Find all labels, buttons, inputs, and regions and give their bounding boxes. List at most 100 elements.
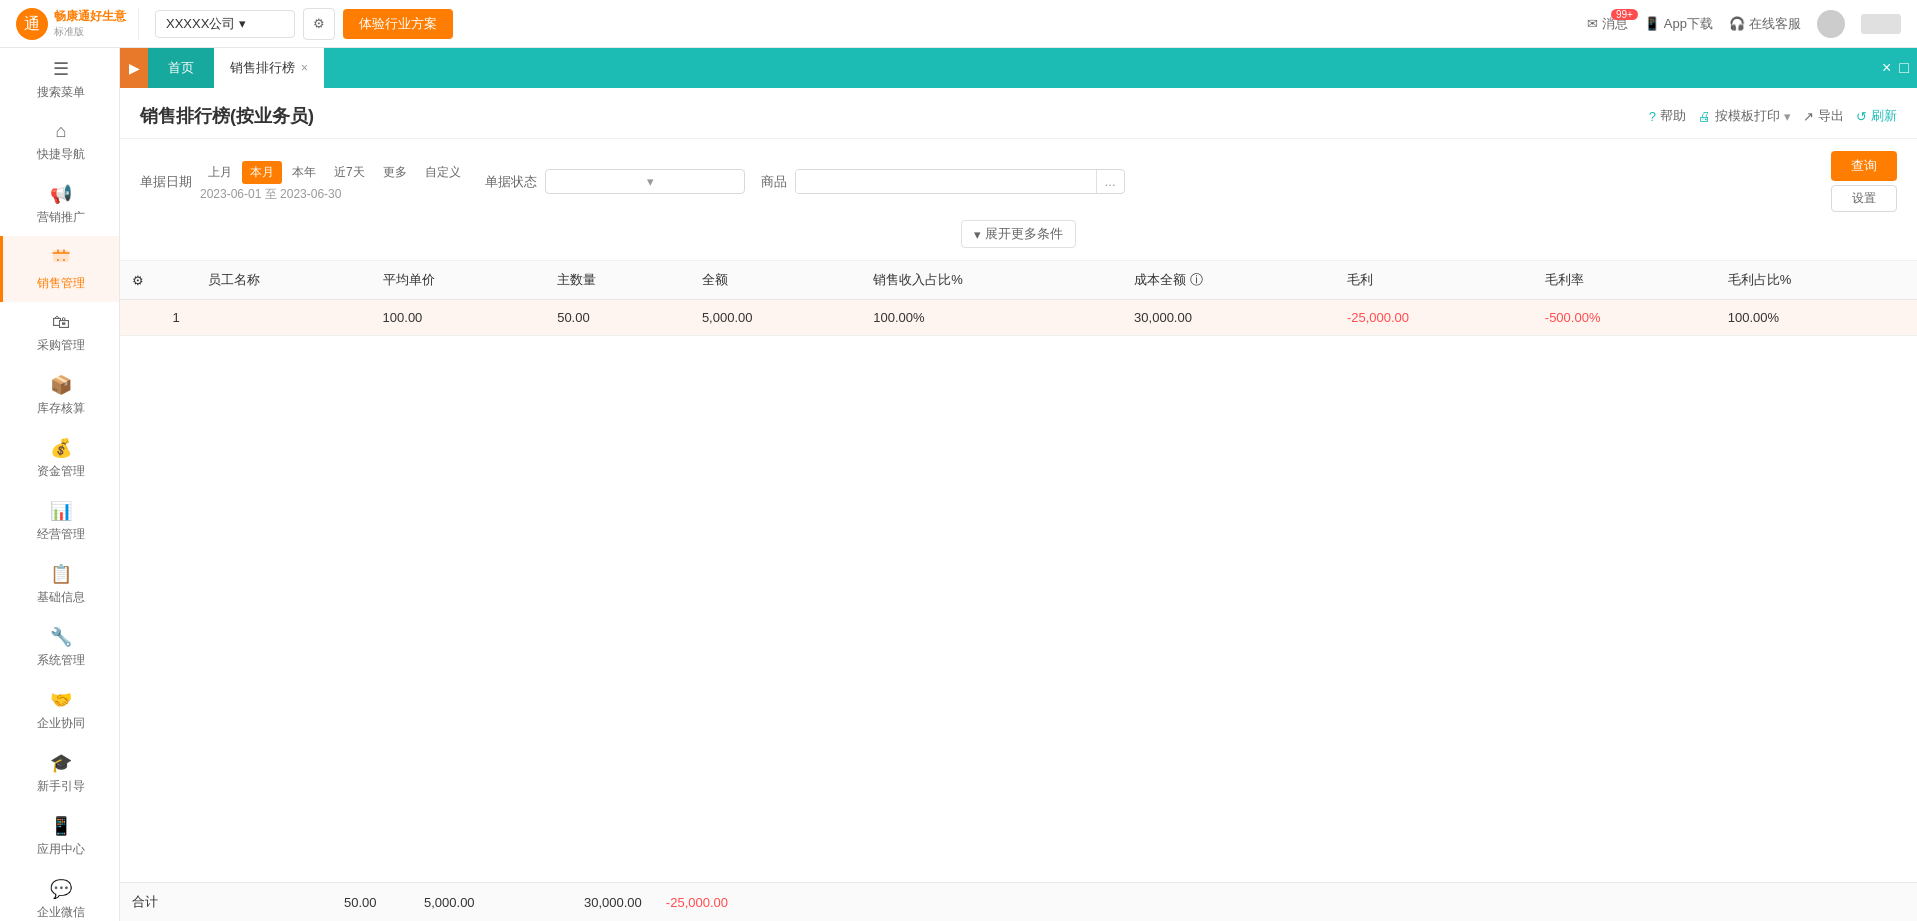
sidebar-item-inventory[interactable]: 📦 库存核算	[0, 364, 119, 427]
sidebar-item-label: 企业协同	[37, 715, 85, 732]
print-button[interactable]: 🖨 按模板打印 ▾	[1698, 107, 1791, 125]
th-settings[interactable]: ⚙	[120, 261, 156, 300]
cell-quantity: 50.00	[545, 300, 690, 336]
message-button[interactable]: ✉ 消息 99+	[1587, 15, 1628, 33]
expand-icon: ▶	[129, 60, 140, 76]
page-header: 销售排行榜(按业务员) ? 帮助 🖨 按模板打印 ▾ ↗	[120, 88, 1917, 139]
footer-total-label: 合计	[132, 893, 252, 911]
settings-icon-btn[interactable]: ⚙	[303, 8, 335, 40]
query-button[interactable]: 查询	[1831, 151, 1897, 181]
date-range-display: 2023-06-01 至 2023-06-30	[200, 186, 469, 203]
expand-icon: ▾	[974, 227, 981, 242]
wrench-icon: 🔧	[50, 626, 72, 648]
tab-close-icon[interactable]: ×	[301, 61, 308, 75]
date-tab-7days[interactable]: 近7天	[326, 161, 373, 184]
sidebar-item-quick-nav[interactable]: ⌂ 快捷导航	[0, 111, 119, 173]
goods-more-icon[interactable]: ...	[1096, 170, 1124, 193]
goods-input[interactable]	[796, 170, 1096, 193]
page-actions: ? 帮助 🖨 按模板打印 ▾ ↗ 导出 ↺	[1649, 107, 1897, 125]
sidebar-item-wechat[interactable]: 💬 企业微信	[0, 868, 119, 921]
goods-filter: 商品 ...	[761, 169, 1125, 194]
status-select[interactable]: ▾	[545, 169, 745, 194]
sidebar-item-enterprise[interactable]: 🤝 企业协同	[0, 679, 119, 742]
chevron-down-icon: ▾	[239, 16, 246, 31]
trial-button[interactable]: 体验行业方案	[343, 9, 453, 39]
app-logo-icon: 通	[16, 8, 48, 40]
app-version: 标准版	[54, 25, 126, 39]
filter-settings-button[interactable]: 设置	[1831, 185, 1897, 212]
sidebar-item-operations[interactable]: 📊 经营管理	[0, 490, 119, 553]
help-button[interactable]: ? 帮助	[1649, 107, 1686, 125]
online-service-button[interactable]: 🎧 在线客服	[1729, 15, 1801, 33]
column-settings-icon[interactable]: ⚙	[132, 273, 144, 288]
company-selector[interactable]: XXXXX公司 ▾	[155, 10, 295, 38]
refresh-icon: ↺	[1856, 109, 1867, 124]
tab-sales-ranking[interactable]: 销售排行榜 ×	[214, 48, 324, 88]
sidebar-item-sales[interactable]: 销售管理	[0, 236, 119, 302]
headset-icon: 🎧	[1729, 16, 1745, 31]
cell-gross-pct: 100.00%	[1716, 300, 1917, 336]
print-icon: 🖨	[1698, 109, 1711, 124]
sidebar-item-label: 营销推广	[37, 209, 85, 226]
status-label: 单据状态	[485, 173, 537, 191]
sidebar-item-search[interactable]: ☰ 搜索菜单	[0, 48, 119, 111]
status-filter: 单据状态 ▾	[485, 169, 745, 194]
svg-rect-2	[53, 250, 69, 262]
th-amount: 全额	[690, 261, 861, 300]
tab-maximize-icon[interactable]: □	[1899, 59, 1909, 77]
cart-icon	[51, 246, 71, 271]
content-area: ▶ 首页 销售排行榜 × × □ 销售排行榜(按业务员)	[120, 48, 1917, 921]
cell-employee	[196, 300, 371, 336]
sidebar-item-label: 基础信息	[37, 589, 85, 606]
sidebar-item-guide[interactable]: 🎓 新手引导	[0, 742, 119, 805]
filter-area: 单据日期 上月 本月 本年 近7天 更多 自定义 20	[120, 139, 1917, 261]
tab-controls: × □	[1882, 59, 1917, 77]
footer-gross: -25,000.00	[654, 895, 740, 910]
cell-gross: -25,000.00	[1335, 300, 1533, 336]
sidebar-item-appstore[interactable]: 📱 应用中心	[0, 805, 119, 868]
sidebar-item-basics[interactable]: 📋 基础信息	[0, 553, 119, 616]
cell-settings	[120, 300, 156, 336]
tab-expand-btn[interactable]: ▶	[120, 48, 148, 88]
list-icon: 📋	[50, 563, 72, 585]
app-download-button[interactable]: 📱 App下载	[1644, 15, 1713, 33]
sidebar-item-purchase[interactable]: 🛍 采购管理	[0, 302, 119, 364]
sidebar-item-label: 应用中心	[37, 841, 85, 858]
cell-gross-rate: -500.00%	[1533, 300, 1716, 336]
date-tab-current-month[interactable]: 本月	[242, 161, 282, 184]
export-button[interactable]: ↗ 导出	[1803, 107, 1844, 125]
date-tab-current-year[interactable]: 本年	[284, 161, 324, 184]
footer-cost: 30,000.00	[572, 895, 654, 910]
message-icon: ✉	[1587, 16, 1598, 31]
sidebar-item-marketing[interactable]: 📢 营销推广	[0, 173, 119, 236]
expand-conditions-button[interactable]: ▾ 展开更多条件	[961, 220, 1076, 248]
date-filter: 单据日期 上月 本月 本年 近7天 更多 自定义 20	[140, 161, 469, 203]
svg-text:通: 通	[24, 15, 40, 32]
sidebar-item-label: 搜索菜单	[37, 84, 85, 101]
date-tab-prev-month[interactable]: 上月	[200, 161, 240, 184]
refresh-button[interactable]: ↺ 刷新	[1856, 107, 1897, 125]
sidebar: ☰ 搜索菜单 ⌂ 快捷导航 📢 营销推广 销售管理 🛍 采购管理	[0, 48, 120, 921]
date-tab-more[interactable]: 更多	[375, 161, 415, 184]
tab-home[interactable]: 首页	[148, 48, 214, 88]
main-layout: ☰ 搜索菜单 ⌂ 快捷导航 📢 营销推广 销售管理 🛍 采购管理	[0, 48, 1917, 921]
cell-sales-pct: 100.00%	[861, 300, 1122, 336]
rankings-table: ⚙ 员工名称 平均单价 主数量 全额 销售收入占比% 成本全额 ⓘ 毛利 毛	[120, 261, 1917, 336]
table-row: 1 100.00 50.00 5,000.00 100.00% 30,000.0…	[120, 300, 1917, 336]
sidebar-item-label: 库存核算	[37, 400, 85, 417]
bag-icon: 🛍	[52, 312, 70, 333]
date-tabs: 上月 本月 本年 近7天 更多 自定义	[200, 161, 469, 184]
sidebar-item-finance[interactable]: 💰 资金管理	[0, 427, 119, 490]
export-icon: ↗	[1803, 109, 1814, 124]
tab-minimize-icon[interactable]: ×	[1882, 59, 1891, 77]
box-icon: 📦	[50, 374, 72, 396]
user-avatar[interactable]	[1817, 10, 1845, 38]
chat-icon: 💬	[50, 878, 72, 900]
sidebar-item-label: 采购管理	[37, 337, 85, 354]
footer-amount: 5,000.00	[412, 895, 492, 910]
date-tab-custom[interactable]: 自定义	[417, 161, 469, 184]
sidebar-item-system[interactable]: 🔧 系统管理	[0, 616, 119, 679]
date-label: 单据日期	[140, 173, 192, 191]
footer-quantity: 50.00	[332, 895, 412, 910]
filter-row-main: 单据日期 上月 本月 本年 近7天 更多 自定义 20	[140, 151, 1897, 212]
